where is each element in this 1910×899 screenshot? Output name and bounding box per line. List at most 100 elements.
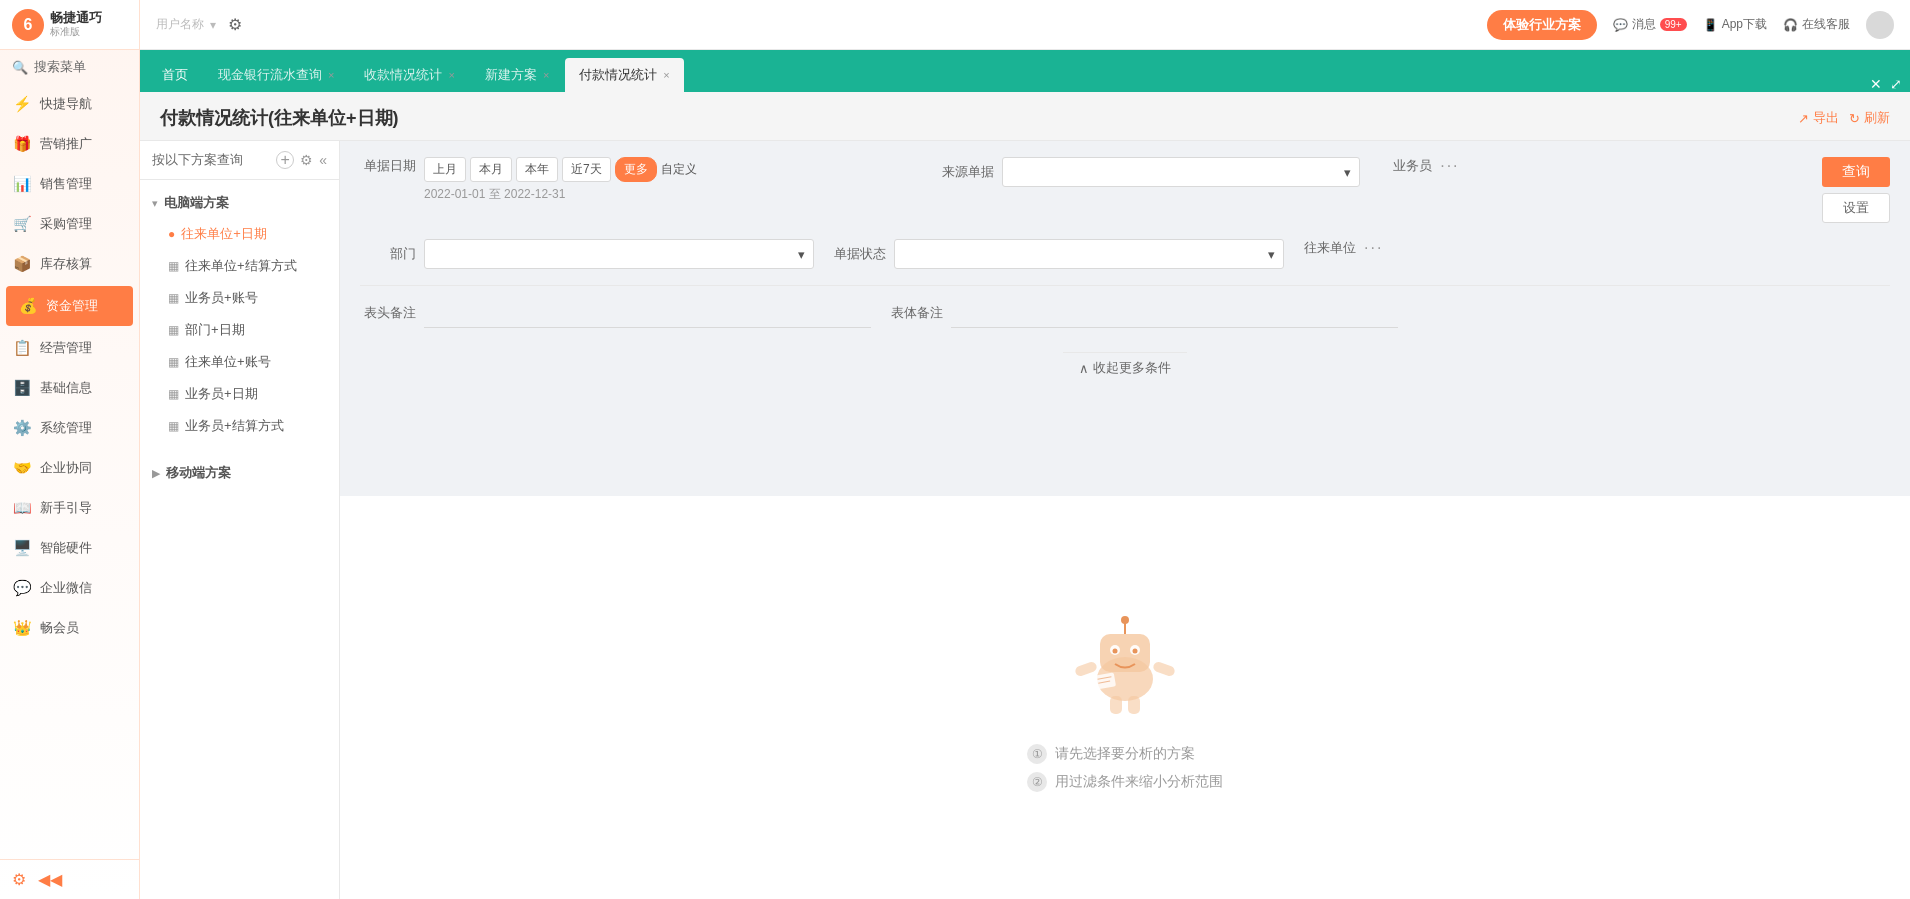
- sidebar-item-label: 企业微信: [40, 579, 92, 597]
- custom-btn[interactable]: 自定义: [661, 161, 697, 178]
- settings-bottom-icon[interactable]: ⚙: [12, 870, 26, 889]
- export-icon: ↗: [1798, 111, 1809, 126]
- header-note-input[interactable]: [424, 298, 871, 328]
- body-note-input[interactable]: [951, 298, 1398, 328]
- source-chevron-icon: ▾: [1344, 165, 1351, 180]
- tab-payment-detail[interactable]: 付款情况统计 ×: [565, 58, 683, 92]
- date-btn-more[interactable]: 更多: [615, 157, 657, 182]
- member-icon: 👑: [12, 618, 32, 638]
- scheme-item-label: 往来单位+日期: [181, 225, 267, 243]
- refresh-label: 刷新: [1864, 109, 1890, 127]
- tab-close-icon[interactable]: ×: [543, 69, 549, 81]
- collapse-label: 收起更多条件: [1093, 359, 1171, 377]
- expand-tab-icon[interactable]: ⤢: [1890, 76, 1902, 92]
- scheme-item-radio-icon: ●: [168, 227, 175, 241]
- search-menu[interactable]: 🔍 搜索菜单: [0, 50, 139, 84]
- sidebar-item-wechat[interactable]: 💬 企业微信: [0, 568, 139, 608]
- mobile-group-header[interactable]: ▶ 移动端方案: [140, 458, 339, 488]
- sidebar-item-hardware[interactable]: 🖥️ 智能硬件: [0, 528, 139, 568]
- svg-rect-8: [1074, 660, 1098, 677]
- header-actions: ↗ 导出 ↻ 刷新: [1798, 109, 1890, 127]
- scheme-panel-header: 按以下方案查询 + ⚙ «: [140, 141, 339, 180]
- tab-close-icon[interactable]: ×: [448, 69, 454, 81]
- svg-rect-11: [1128, 696, 1140, 714]
- empty-state: ① 请先选择要分析的方案 ② 用过滤条件来缩小分析范围: [1027, 604, 1223, 792]
- topbar-settings-icon[interactable]: ⚙: [228, 15, 242, 34]
- tab-payment-stats[interactable]: 收款情况统计 ×: [350, 58, 468, 92]
- scheme-item-contact-account[interactable]: ▦ 往来单位+账号: [140, 346, 339, 378]
- tab-home[interactable]: 首页: [148, 58, 202, 92]
- pc-group-header[interactable]: ▾ 电脑端方案: [140, 188, 339, 218]
- close-all-tabs-icon[interactable]: ✕: [1870, 76, 1882, 92]
- scheme-item-staff-settle[interactable]: ▦ 业务员+结算方式: [140, 410, 339, 442]
- sidebar-item-operations[interactable]: 📋 经营管理: [0, 328, 139, 368]
- notifications-btn[interactable]: 💬 消息 99+: [1613, 16, 1687, 33]
- collapse-scheme-btn[interactable]: «: [319, 152, 327, 168]
- settings-button[interactable]: 设置: [1822, 193, 1890, 223]
- content-header: 付款情况统计(往来单位+日期) ↗ 导出 ↻ 刷新: [140, 92, 1910, 141]
- dept-select[interactable]: ▾: [424, 239, 814, 269]
- tab-bank-flow[interactable]: 现金银行流水查询 ×: [204, 58, 348, 92]
- scheme-item-staff-account[interactable]: ▦ 业务员+账号: [140, 282, 339, 314]
- base-info-icon: 🗄️: [12, 378, 32, 398]
- export-label: 导出: [1813, 109, 1839, 127]
- online-service-btn[interactable]: 🎧 在线客服: [1783, 16, 1850, 33]
- tab-new-scheme[interactable]: 新建方案 ×: [471, 58, 563, 92]
- sidebar-item-finance[interactable]: 💰 资金管理: [6, 286, 133, 326]
- tab-close-icon[interactable]: ×: [328, 69, 334, 81]
- trial-button[interactable]: 体验行业方案: [1487, 10, 1597, 40]
- scheme-item-contact-date[interactable]: ● 往来单位+日期: [140, 218, 339, 250]
- app-download-btn[interactable]: 📱 App下载: [1703, 16, 1767, 33]
- query-button[interactable]: 查询: [1822, 157, 1890, 187]
- refresh-icon: ↻: [1849, 111, 1860, 126]
- date-btn-this-month[interactable]: 本月: [470, 157, 512, 182]
- sidebar-item-label: 基础信息: [40, 379, 92, 397]
- dept-filter-group: 部门 ▾: [360, 239, 814, 269]
- date-range-display: 2022-01-01 至 2022-12-31: [424, 186, 697, 203]
- sidebar-item-label: 营销推广: [40, 135, 92, 153]
- sidebar-item-marketing[interactable]: 🎁 营销推广: [0, 124, 139, 164]
- tip-text-1: 请先选择要分析的方案: [1055, 745, 1195, 763]
- source-select[interactable]: ▾: [1002, 157, 1360, 187]
- collapse-section: 表头备注 表体备注: [360, 285, 1890, 328]
- sidebar-item-label: 采购管理: [40, 215, 92, 233]
- collapse-arrow-icon: ∧: [1079, 361, 1089, 376]
- collapse-more-btn[interactable]: ∧ 收起更多条件: [1063, 352, 1187, 383]
- sidebar-item-system[interactable]: ⚙️ 系统管理: [0, 408, 139, 448]
- sidebar-item-base-info[interactable]: 🗄️ 基础信息: [0, 368, 139, 408]
- refresh-button[interactable]: ↻ 刷新: [1849, 109, 1890, 127]
- tip-num-2: ②: [1027, 772, 1047, 792]
- sidebar-item-quick-nav[interactable]: ⚡ 快捷导航: [0, 84, 139, 124]
- scheme-settings-btn[interactable]: ⚙: [300, 152, 313, 168]
- sidebar-item-label: 经营管理: [40, 339, 92, 357]
- date-btn-7days[interactable]: 近7天: [562, 157, 611, 182]
- sidebar-nav: ⚡ 快捷导航 🎁 营销推广 📊 销售管理 🛒 采购管理 📦 库存核算 💰 资金管…: [0, 84, 139, 859]
- sidebar-item-inventory[interactable]: 📦 库存核算: [0, 244, 139, 284]
- order-status-select[interactable]: ▾: [894, 239, 1284, 269]
- sidebar-item-member[interactable]: 👑 畅会员: [0, 608, 139, 648]
- tab-close-icon[interactable]: ×: [663, 69, 669, 81]
- marketing-icon: 🎁: [12, 134, 32, 154]
- staff-dots-btn[interactable]: ···: [1440, 157, 1459, 175]
- wechat-icon: 💬: [12, 578, 32, 598]
- user-avatar[interactable]: [1866, 11, 1894, 39]
- sidebar-item-sales[interactable]: 📊 销售管理: [0, 164, 139, 204]
- chevron-down-icon[interactable]: ▾: [210, 18, 216, 32]
- collapse-sidebar-icon[interactable]: ◀◀: [38, 870, 62, 889]
- export-button[interactable]: ↗ 导出: [1798, 109, 1839, 127]
- date-btn-last-month[interactable]: 上月: [424, 157, 466, 182]
- scheme-item-staff-date[interactable]: ▦ 业务员+日期: [140, 378, 339, 410]
- guide-icon: 📖: [12, 498, 32, 518]
- sidebar-item-cooperation[interactable]: 🤝 企业协同: [0, 448, 139, 488]
- sidebar-item-label: 畅会员: [40, 619, 79, 637]
- date-range-text: 2022-01-01 至 2022-12-31: [424, 186, 565, 203]
- add-scheme-btn[interactable]: +: [276, 151, 294, 169]
- contact-dots-btn[interactable]: ···: [1364, 239, 1383, 257]
- date-btn-this-year[interactable]: 本年: [516, 157, 558, 182]
- scheme-item-contact-settle[interactable]: ▦ 往来单位+结算方式: [140, 250, 339, 282]
- pc-group-arrow: ▾: [152, 197, 158, 210]
- sidebar-item-purchase[interactable]: 🛒 采购管理: [0, 204, 139, 244]
- sidebar-item-guide[interactable]: 📖 新手引导: [0, 488, 139, 528]
- scheme-item-label: 业务员+结算方式: [185, 417, 284, 435]
- scheme-item-dept-date[interactable]: ▦ 部门+日期: [140, 314, 339, 346]
